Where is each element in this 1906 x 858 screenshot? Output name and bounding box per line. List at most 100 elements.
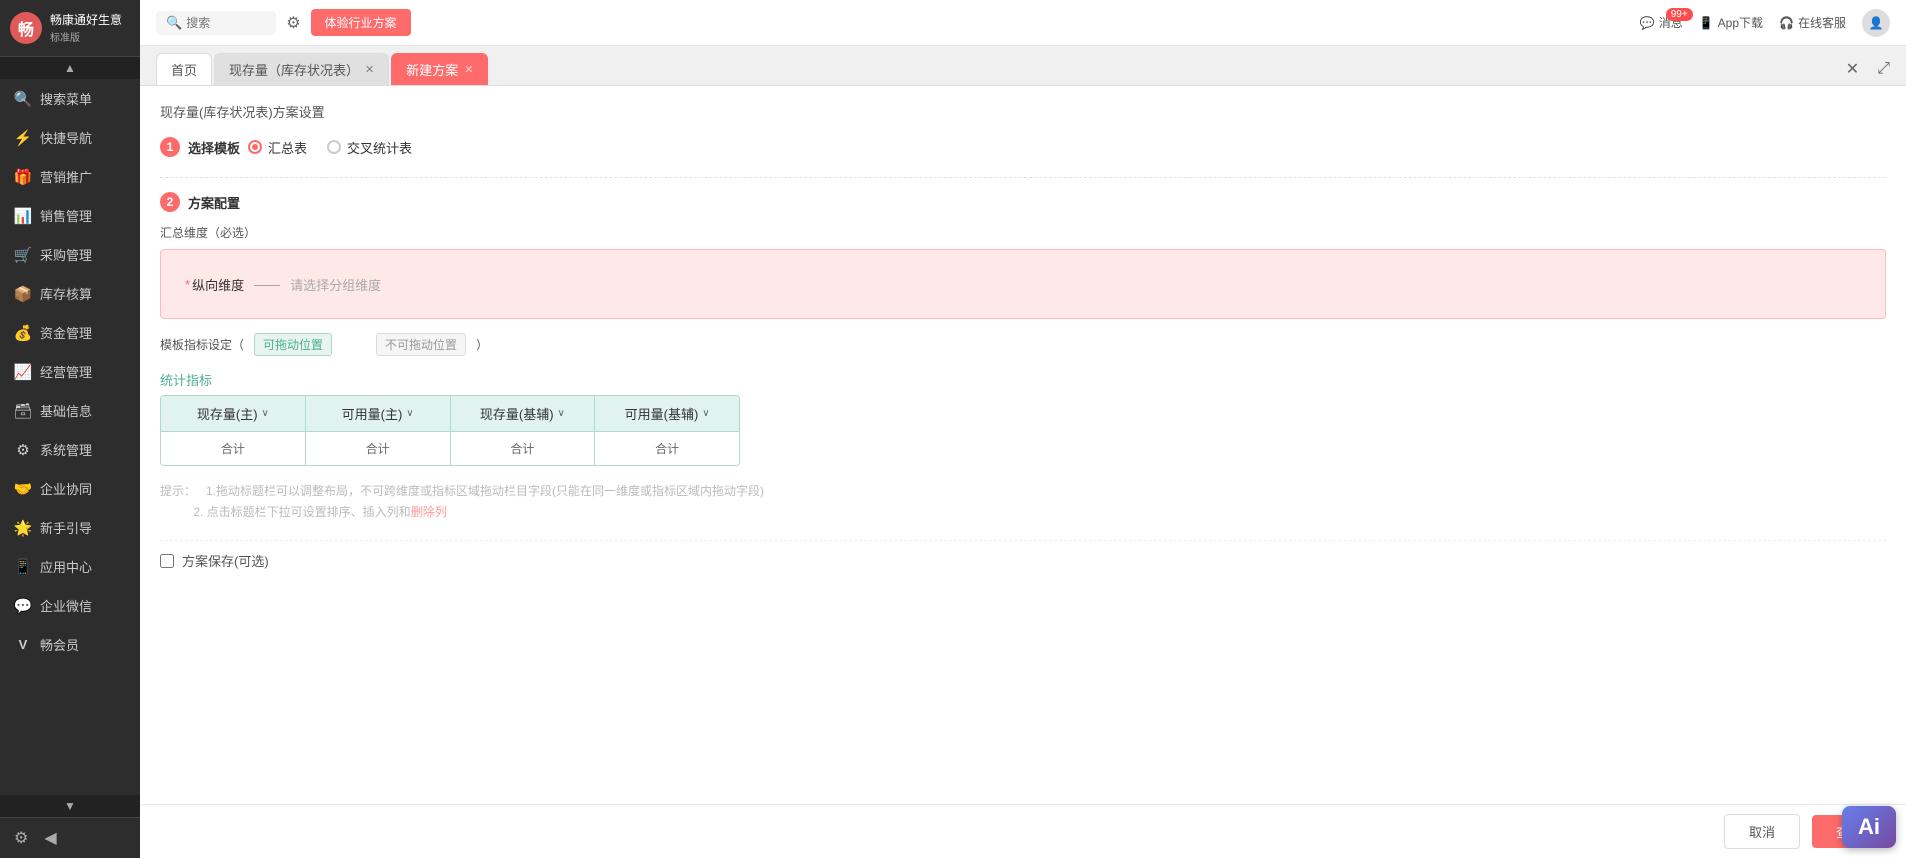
header-settings-icon[interactable]: ⚙ [286,13,300,33]
sidebar-bottom: ⚙ ◀ [0,817,140,858]
col2-chevron[interactable]: ∨ [406,408,413,419]
search-icon: 🔍 [14,90,32,108]
cancel-button[interactable]: 取消 [1724,814,1800,849]
sidebar-item-wechat[interactable]: 💬 企业微信 [0,586,140,625]
stats-cell-1: 合计 [161,432,306,465]
col2-label: 可用量(主) [342,404,403,423]
sidebar-item-quick-nav[interactable]: ⚡ 快捷导航 [0,118,140,157]
message-button[interactable]: 💬 消息 99+ [1640,14,1683,31]
col4-label: 可用量(基辅) [625,404,699,423]
customer-service-button[interactable]: 🎧 在线客服 [1779,14,1846,31]
operations-icon: 📈 [14,363,32,381]
tips-title: 提示： 1.拖动标题栏可以调整布局，不可跨维度或指标区域拖动栏目字段(只能在同一… [160,482,1886,499]
sidebar-item-cooperation[interactable]: 🤝 企业协同 [0,469,140,508]
new-guide-icon: 🌟 [14,519,32,537]
sidebar-item-label: 搜索菜单 [40,89,92,108]
sidebar-item-marketing[interactable]: 🎁 营销推广 [0,157,140,196]
ai-badge[interactable]: Ai [1842,806,1896,848]
col3-chevron[interactable]: ∨ [558,408,565,419]
search-input[interactable] [186,16,266,30]
radio-summary[interactable]: 汇总表 [248,138,307,157]
sales-icon: 📊 [14,207,32,225]
tab-home[interactable]: 首页 [156,53,212,85]
step1-title: 选择模板 [188,138,240,157]
sidebar-item-label: 经营管理 [40,362,92,381]
page-title: 现存量(库存状况表)方案设置 [160,102,1886,121]
app-center-icon: 📱 [14,558,32,576]
sidebar-nav: 🔍 搜索菜单 ⚡ 快捷导航 🎁 营销推广 📊 销售管理 🛒 采购管理 📦 库存核… [0,79,140,795]
tab-expand-button[interactable]: ⤢ [1871,58,1896,80]
stats-col-2[interactable]: 可用量(主) ∨ [306,396,451,431]
col4-chevron[interactable]: ∨ [702,408,709,419]
sidebar-item-sales[interactable]: 📊 销售管理 [0,196,140,235]
stats-col-3[interactable]: 现存量(基辅) ∨ [451,396,596,431]
step1-header: 1 选择模板 汇总表 交叉统计表 [160,137,1886,157]
sidebar-item-base-info[interactable]: 🗃 基础信息 [0,391,140,430]
tab-new-plan[interactable]: 新建方案 ✕ [391,53,488,85]
top-header: 🔍 ⚙ 体验行业方案 💬 消息 99+ 📱 App下载 🎧 在线客服 👤 [140,0,1906,46]
sidebar-item-label: 新手引导 [40,518,92,537]
sidebar-item-search[interactable]: 🔍 搜索菜单 [0,79,140,118]
sound-icon[interactable]: ◀ [44,828,56,848]
tips-section: 提示： 1.拖动标题栏可以调整布局，不可跨维度或指标区域拖动栏目字段(只能在同一… [160,482,1886,520]
stats-table-header: 现存量(主) ∨ 可用量(主) ∨ 现存量(基辅) ∨ [161,396,739,431]
sidebar-item-inventory[interactable]: 📦 库存核算 [0,274,140,313]
radio-crosstab[interactable]: 交叉统计表 [327,138,412,157]
header-search-box[interactable]: 🔍 [156,11,276,35]
tab-inventory-status[interactable]: 现存量（库存状况表） ✕ [214,53,389,85]
sidebar-item-label: 库存核算 [40,284,92,303]
save-checkbox[interactable] [160,554,174,568]
stats-cell-3: 合计 [451,432,596,465]
non-draggable-badge: 不可拖动位置 [376,333,466,356]
membership-icon: V [14,636,32,654]
sidebar-item-finance[interactable]: 💰 资金管理 [0,313,140,352]
sidebar-item-purchase[interactable]: 🛒 采购管理 [0,235,140,274]
stats-col-4[interactable]: 可用量(基辅) ∨ [595,396,739,431]
search-icon: 🔍 [166,15,182,31]
col1-label: 现存量(主) [197,404,258,423]
dimension-placeholder: 请选择分组维度 [290,275,381,294]
avatar-icon: 👤 [1869,16,1884,30]
sidebar-item-label: 应用中心 [40,557,92,576]
sidebar-item-system[interactable]: ⚙ 系统管理 [0,430,140,469]
col1-chevron[interactable]: ∨ [262,408,269,419]
stats-section-title: 统计指标 [160,370,1886,389]
wechat-icon: 💬 [14,597,32,615]
dimension-label: 汇总维度（必选） [160,224,1886,241]
logo-text-block: 畅康通好生意 标准版 [50,12,122,44]
app-download-icon: 📱 [1699,16,1714,30]
stats-table-row: 合计 合计 合计 合计 [161,431,739,465]
settings-icon[interactable]: ⚙ [14,828,28,848]
sidebar-item-label: 营销推广 [40,167,92,186]
sidebar-item-label: 系统管理 [40,440,92,459]
dimension-row[interactable]: * 纵向维度 —— 请选择分组维度 [160,249,1886,319]
tab-bar: 首页 现存量（库存状况表） ✕ 新建方案 ✕ ✕ ⤢ [140,46,1906,86]
logo-icon: 畅 [10,12,42,44]
sidebar-item-membership[interactable]: V 畅会员 [0,625,140,664]
metrics-setting-label: 模板指标设定（ [160,336,244,353]
trial-button[interactable]: 体验行业方案 [311,9,411,36]
footer-actions: 取消 查询 [140,804,1906,858]
sidebar-logo: 畅 畅康通好生意 标准版 [0,0,140,57]
metrics-suffix: ） [476,336,488,353]
metrics-separator [342,336,366,353]
user-avatar[interactable]: 👤 [1862,9,1890,37]
sidebar-item-app-center[interactable]: 📱 应用中心 [0,547,140,586]
sidebar-item-label: 企业微信 [40,596,92,615]
stats-cell-4: 合计 [595,432,739,465]
app-download-button[interactable]: 📱 App下载 [1699,14,1763,31]
quick-nav-icon: ⚡ [14,129,32,147]
tab-inventory-close-icon[interactable]: ✕ [365,63,374,76]
tab-close-all-button[interactable]: ✕ [1840,57,1865,81]
customer-service-label: 在线客服 [1798,14,1846,31]
step2-block: 2 方案配置 汇总维度（必选） * 纵向维度 —— 请选择分组维度 模板指标设定… [160,192,1886,520]
stats-col-1[interactable]: 现存量(主) ∨ [161,396,306,431]
sidebar-item-new-guide[interactable]: 🌟 新手引导 [0,508,140,547]
finance-icon: 💰 [14,324,32,342]
sidebar-scroll-up[interactable]: ▲ [0,57,140,79]
sidebar-scroll-down[interactable]: ▼ [0,795,140,817]
sidebar-item-label: 销售管理 [40,206,92,225]
sidebar-item-operations[interactable]: 📈 经营管理 [0,352,140,391]
app-download-label: App下载 [1718,14,1763,31]
tab-new-plan-close-icon[interactable]: ✕ [464,63,473,76]
